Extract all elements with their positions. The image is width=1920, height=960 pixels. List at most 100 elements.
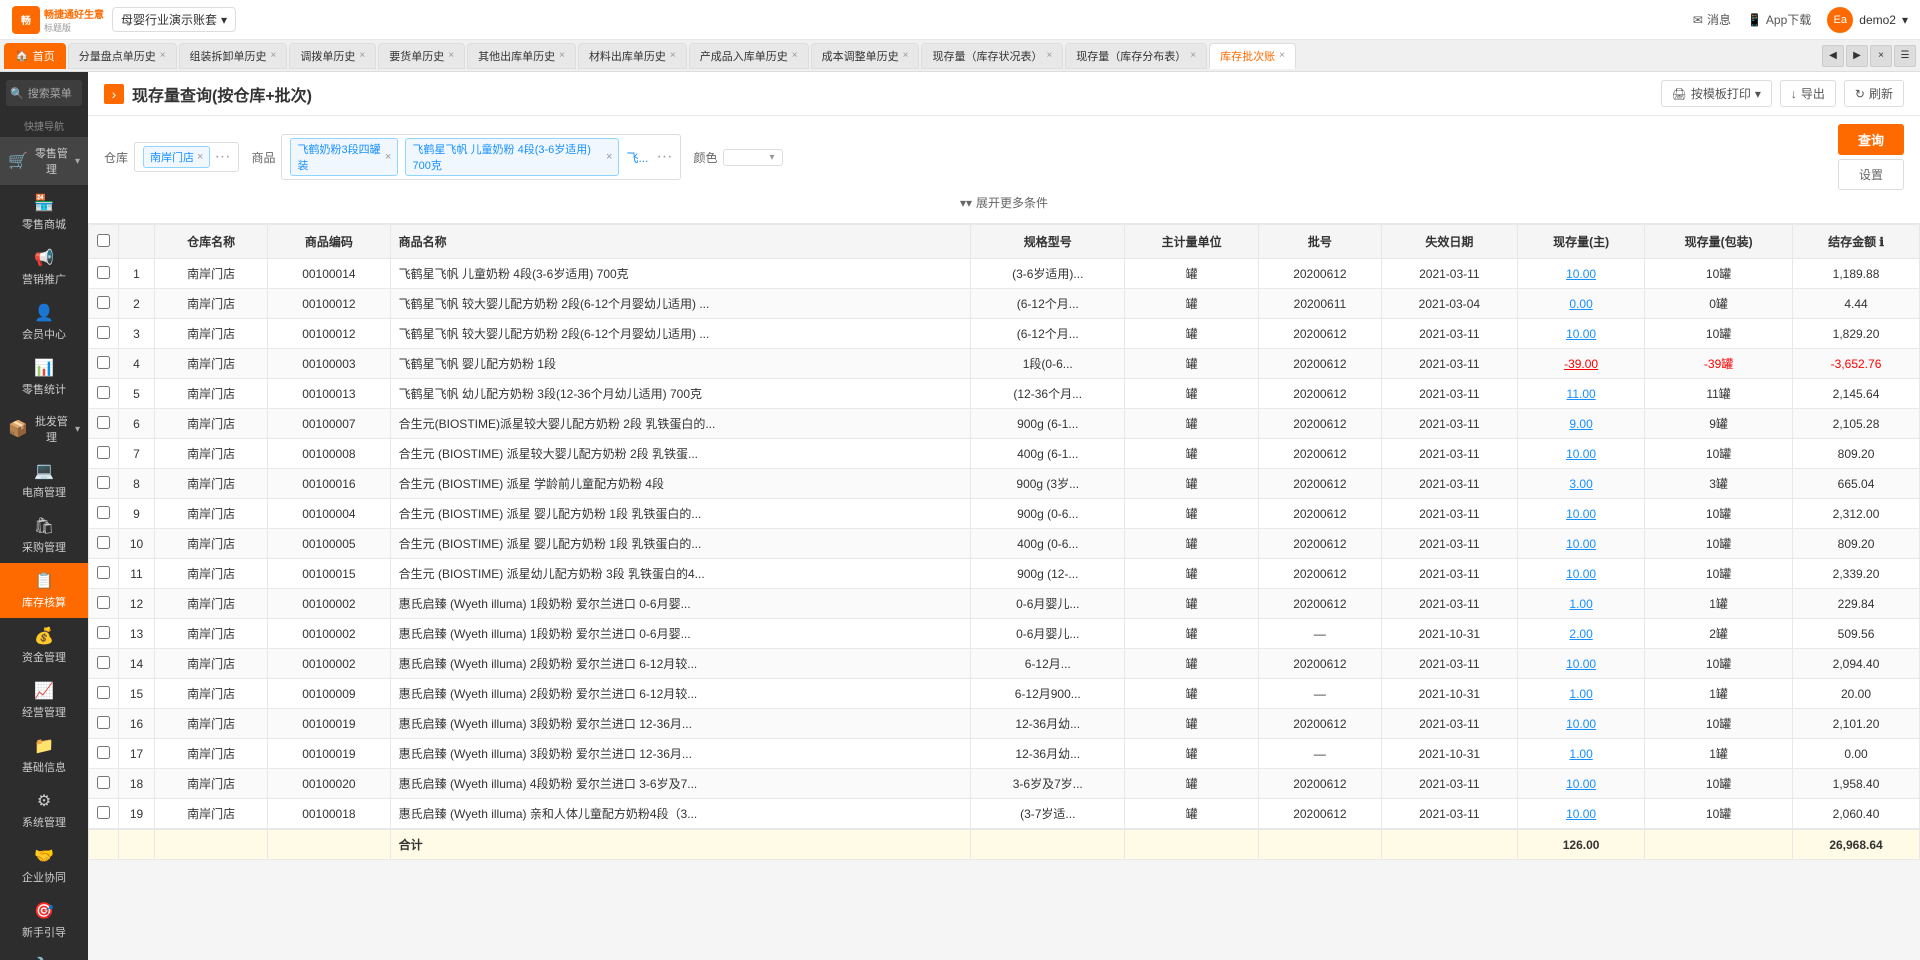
row-qty-main[interactable]: 1.00 — [1518, 589, 1645, 619]
sidebar-item-dian-shang[interactable]: 💻 电商管理 — [0, 453, 88, 508]
row-checkbox[interactable] — [89, 439, 119, 469]
row-checkbox[interactable] — [89, 319, 119, 349]
row-select[interactable] — [97, 416, 110, 429]
tab-chan-pin[interactable]: 产成品入库单历史 × — [689, 43, 809, 69]
row-qty-main[interactable]: 9.00 — [1518, 409, 1645, 439]
close-icon[interactable]: × — [160, 50, 166, 61]
sidebar-item-jing-ying[interactable]: 📈 经营管理 — [0, 673, 88, 728]
row-checkbox[interactable] — [89, 529, 119, 559]
row-checkbox[interactable] — [89, 499, 119, 529]
tab-yao-huo[interactable]: 要货单历史 × — [378, 43, 465, 69]
row-qty-main[interactable]: 10.00 — [1518, 439, 1645, 469]
close-icon[interactable]: × — [792, 50, 798, 61]
close-icon[interactable]: × — [448, 50, 454, 61]
row-select[interactable] — [97, 566, 110, 579]
refresh-btn[interactable]: ↻ 刷新 — [1844, 80, 1904, 107]
close-icon[interactable]: × — [903, 50, 909, 61]
row-select[interactable] — [97, 596, 110, 609]
tab-ku-fen[interactable]: 现存量（库存分布表） × — [1065, 43, 1207, 69]
row-checkbox[interactable] — [89, 739, 119, 769]
tab-ku-zhuang[interactable]: 现存量（库存状况表） × — [921, 43, 1063, 69]
row-select[interactable] — [97, 776, 110, 789]
expand-sidebar-btn[interactable]: › — [104, 84, 124, 104]
row-checkbox[interactable] — [89, 679, 119, 709]
settings-btn[interactable]: 设置 — [1838, 159, 1904, 190]
row-select[interactable] — [97, 446, 110, 459]
tab-next-btn[interactable]: ▶ — [1846, 45, 1868, 67]
account-dropdown[interactable]: 母婴行业演示账套 ▾ — [112, 7, 236, 32]
row-checkbox[interactable] — [89, 559, 119, 589]
row-qty-main[interactable]: 10.00 — [1518, 259, 1645, 289]
row-checkbox[interactable] — [89, 349, 119, 379]
warehouse-more-btn[interactable]: ··· — [214, 148, 230, 166]
sidebar-item-qi-ye[interactable]: 🤝 企业协同 — [0, 838, 88, 893]
row-qty-main[interactable]: 11.00 — [1518, 379, 1645, 409]
row-checkbox[interactable] — [89, 709, 119, 739]
row-select[interactable] — [97, 506, 110, 519]
row-checkbox[interactable] — [89, 799, 119, 830]
row-select[interactable] — [97, 746, 110, 759]
sidebar-item-xi-tong[interactable]: ⚙ 系统管理 — [0, 783, 88, 838]
row-checkbox[interactable] — [89, 379, 119, 409]
tab-qi-ta[interactable]: 其他出库单历史 × — [467, 43, 576, 69]
sidebar-item-zi-jin[interactable]: 💰 资金管理 — [0, 618, 88, 673]
row-qty-main[interactable]: 10.00 — [1518, 799, 1645, 830]
sidebar-item-pi-fa[interactable]: 📦 批发管理 ▾ — [0, 405, 88, 453]
row-qty-main[interactable]: 10.00 — [1518, 529, 1645, 559]
row-qty-main[interactable]: 10.00 — [1518, 319, 1645, 349]
close-icon[interactable]: × — [559, 50, 565, 61]
sidebar-item-hui-yuan[interactable]: 👤 会员中心 — [0, 295, 88, 350]
row-select[interactable] — [97, 326, 110, 339]
export-btn[interactable]: ↓ 导出 — [1780, 80, 1836, 107]
row-select[interactable] — [97, 626, 110, 639]
row-qty-main[interactable]: 10.00 — [1518, 649, 1645, 679]
message-btn[interactable]: ✉ 消息 — [1693, 11, 1731, 28]
sidebar-item-ying-yong[interactable]: 🔧 应用中心 — [0, 948, 88, 960]
sidebar-item-ling-shang[interactable]: 🏪 零售商城 — [0, 185, 88, 240]
product-more-btn[interactable]: ··· — [656, 148, 672, 166]
sidebar-item-ling-tong[interactable]: 📊 零售统计 — [0, 350, 88, 405]
close-icon[interactable]: × — [359, 50, 365, 61]
product-tag1-close[interactable]: × — [385, 151, 391, 163]
close-icon[interactable]: × — [271, 50, 277, 61]
row-select[interactable] — [97, 476, 110, 489]
row-qty-main[interactable]: 3.00 — [1518, 469, 1645, 499]
app-download-btn[interactable]: 📱 App下载 — [1747, 11, 1811, 28]
tab-home[interactable]: 🏠 首页 — [4, 43, 66, 69]
row-qty-main[interactable]: 10.00 — [1518, 709, 1645, 739]
close-icon[interactable]: × — [670, 50, 676, 61]
sidebar-item-cai-gou[interactable]: 🛍 采购管理 — [0, 508, 88, 563]
print-btn[interactable]: 🖨 按模板打印 ▾ — [1661, 80, 1772, 107]
tab-cheng-ben[interactable]: 成本调整单历史 × — [811, 43, 920, 69]
row-checkbox[interactable] — [89, 649, 119, 679]
row-qty-main[interactable]: 0.00 — [1518, 289, 1645, 319]
row-qty-main[interactable]: 1.00 — [1518, 679, 1645, 709]
tab-close-btn[interactable]: × — [1870, 45, 1892, 67]
row-select[interactable] — [97, 356, 110, 369]
sidebar-item-ji-chu[interactable]: 📁 基础信息 — [0, 728, 88, 783]
row-select[interactable] — [97, 716, 110, 729]
row-select[interactable] — [97, 806, 110, 819]
query-btn[interactable]: 查询 — [1838, 124, 1904, 155]
tab-diao-bo[interactable]: 调拨单历史 × — [289, 43, 376, 69]
row-checkbox[interactable] — [89, 289, 119, 319]
row-qty-main[interactable]: 10.00 — [1518, 559, 1645, 589]
tab-zu-chai[interactable]: 组装拆卸单历史 × — [179, 43, 288, 69]
row-select[interactable] — [97, 656, 110, 669]
row-checkbox[interactable] — [89, 619, 119, 649]
row-checkbox[interactable] — [89, 769, 119, 799]
product-input[interactable]: 飞鹤奶粉3段四罐装 × 飞鹤星飞帆 儿童奶粉 4段(3-6岁适用) 700克 ×… — [281, 134, 681, 180]
row-checkbox[interactable] — [89, 409, 119, 439]
select-all-checkbox[interactable] — [97, 234, 110, 247]
user-area[interactable]: Ea demo2 ▾ — [1827, 7, 1908, 33]
close-icon[interactable]: × — [1279, 50, 1285, 61]
warehouse-input[interactable]: 南岸门店 × ··· — [134, 142, 239, 172]
row-select[interactable] — [97, 266, 110, 279]
tab-cai-liao[interactable]: 材料出库单历史 × — [578, 43, 687, 69]
row-checkbox[interactable] — [89, 469, 119, 499]
row-select[interactable] — [97, 386, 110, 399]
tab-ku-pi[interactable]: 库存批次账 × — [1209, 43, 1296, 69]
sidebar-item-ling-shou[interactable]: 🛒 零售管理 ▾ — [0, 137, 88, 185]
row-select[interactable] — [97, 296, 110, 309]
row-qty-main[interactable]: 2.00 — [1518, 619, 1645, 649]
